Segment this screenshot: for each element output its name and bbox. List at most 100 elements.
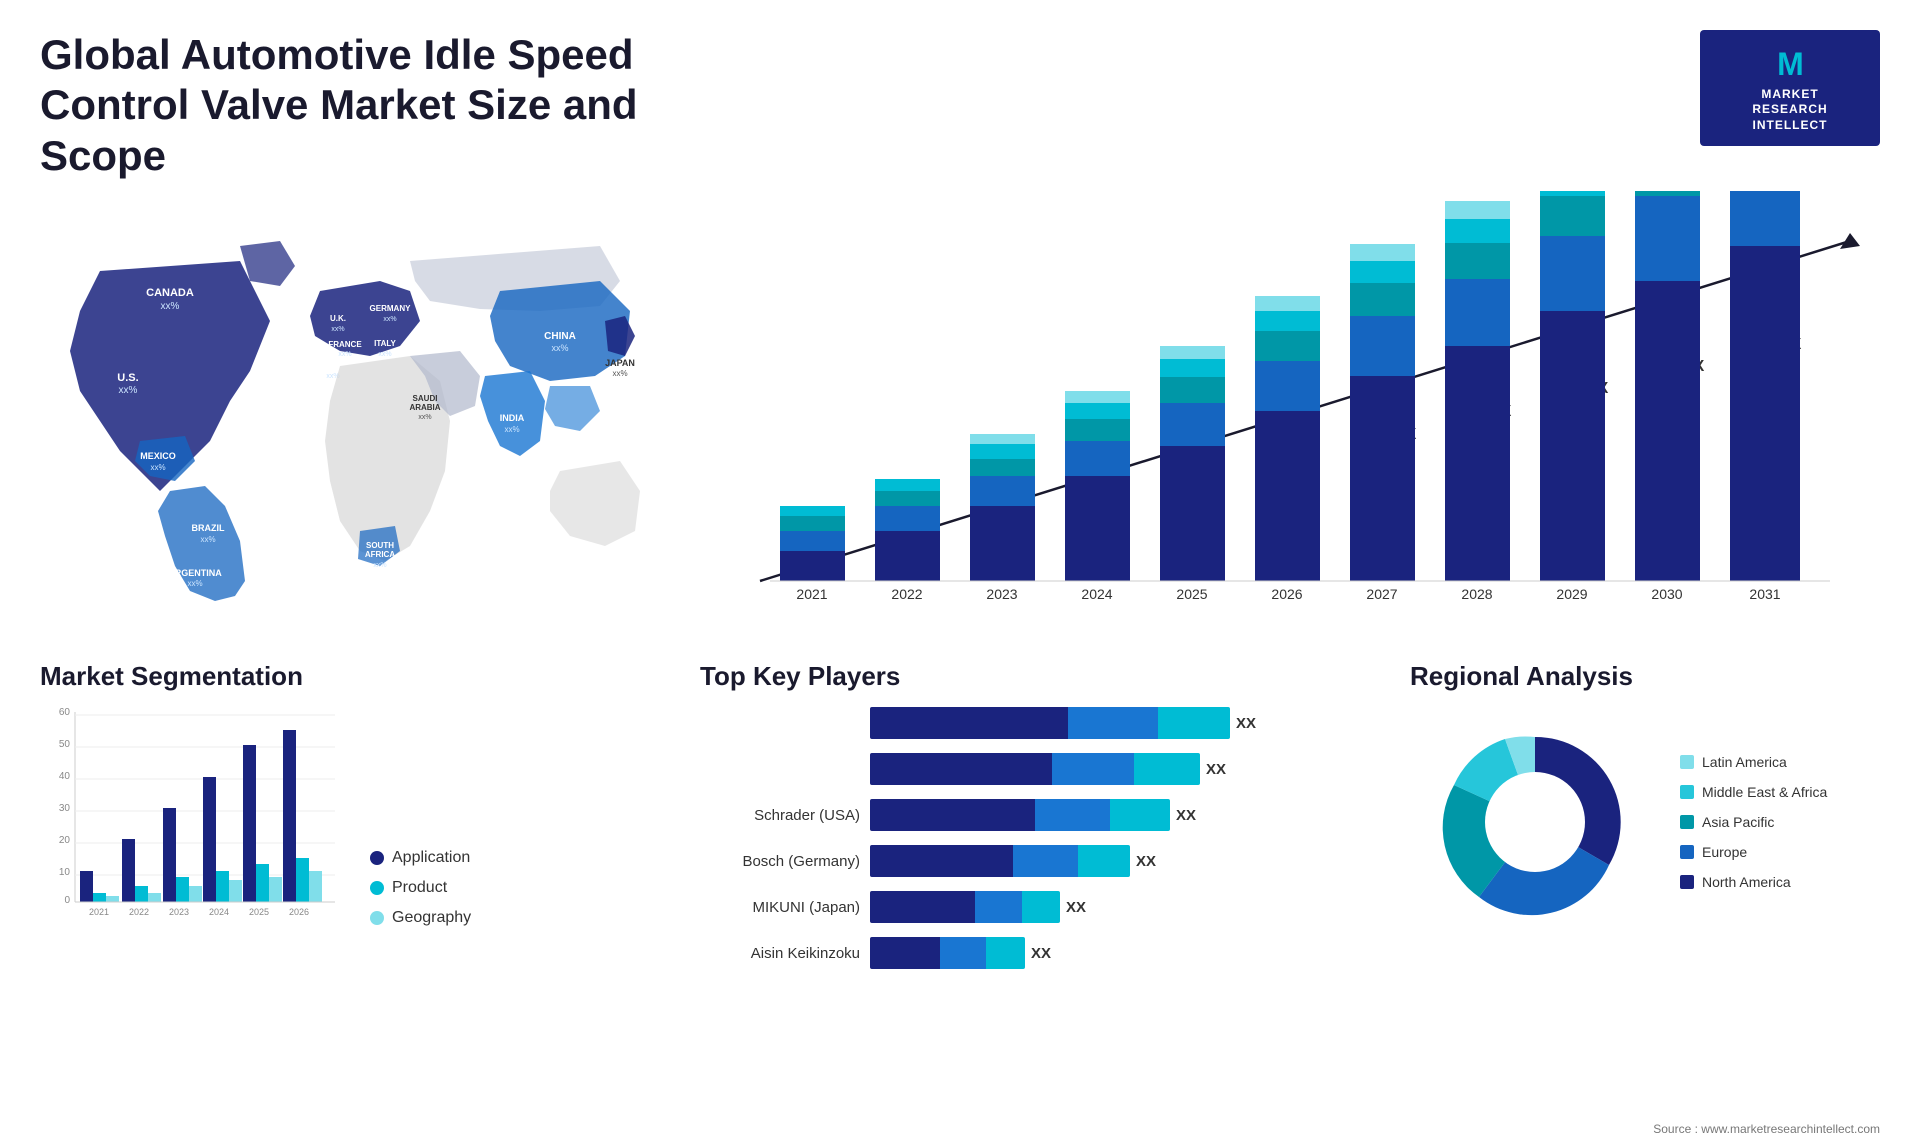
svg-text:xx%: xx% (187, 579, 202, 588)
europe-dot (1680, 845, 1694, 859)
legend-europe: Europe (1680, 844, 1827, 860)
geography-dot (370, 911, 384, 925)
svg-text:2028: 2028 (1461, 586, 1492, 602)
player-row-1: XX (700, 707, 1370, 739)
svg-text:BRAZIL: BRAZIL (192, 523, 225, 533)
latin-america-dot (1680, 755, 1694, 769)
middle-east-dot (1680, 785, 1694, 799)
segmentation-title: Market Segmentation (40, 661, 660, 692)
player-row-aisin: Aisin Keikinzoku XX (700, 937, 1370, 969)
svg-text:2021: 2021 (796, 586, 827, 602)
player-row-2: XX (700, 753, 1370, 785)
players-list: XX XX S (700, 707, 1370, 969)
svg-text:xx%: xx% (200, 535, 215, 544)
svg-text:xx%: xx% (612, 369, 627, 378)
svg-text:GERMANY: GERMANY (370, 304, 412, 313)
page-title: Global Automotive Idle Speed Control Val… (40, 30, 740, 181)
svg-text:2023: 2023 (169, 907, 189, 917)
player-row-mikuni: MIKUNI (Japan) XX (700, 891, 1370, 923)
logo-box: M MARKETRESEARCHINTELLECT (1700, 30, 1880, 146)
product-label: Product (392, 879, 447, 897)
north-america-dot (1680, 875, 1694, 889)
bottom-section: Market Segmentation 60 50 40 30 20 10 0 (40, 651, 1890, 969)
svg-text:SOUTH: SOUTH (366, 541, 394, 550)
bar-chart-section: XX XX XX XX XX XX XX XX XX XX XX 2021 20… (680, 191, 1890, 651)
application-label: Application (392, 849, 470, 867)
seg-legend: Application Product Geography (370, 849, 471, 927)
players-section: Top Key Players XX (680, 661, 1390, 969)
svg-text:xx%: xx% (161, 301, 180, 312)
regional-legend: Latin America Middle East & Africa Asia … (1680, 754, 1827, 890)
page-header: Global Automotive Idle Speed Control Val… (0, 0, 1920, 191)
svg-text:U.S.: U.S. (117, 372, 138, 384)
asia-pacific-dot (1680, 815, 1694, 829)
geography-label: Geography (392, 909, 471, 927)
bosch-value: XX (1136, 853, 1156, 870)
players-title: Top Key Players (700, 661, 1370, 692)
legend-asia-pacific: Asia Pacific (1680, 814, 1827, 830)
svg-text:ARGENTINA: ARGENTINA (168, 568, 222, 578)
player-row-schrader: Schrader (USA) XX (700, 799, 1370, 831)
svg-text:2023: 2023 (986, 586, 1017, 602)
svg-text:xx%: xx% (331, 326, 344, 333)
svg-text:xx%: xx% (373, 562, 386, 569)
svg-text:CANADA: CANADA (146, 287, 194, 299)
product-dot (370, 881, 384, 895)
svg-text:50: 50 (59, 739, 71, 750)
logo-area: M MARKETRESEARCHINTELLECT (1700, 30, 1880, 146)
segmentation-section: Market Segmentation 60 50 40 30 20 10 0 (40, 661, 680, 969)
svg-text:INDIA: INDIA (500, 413, 525, 423)
svg-text:60: 60 (59, 707, 71, 718)
svg-text:JAPAN: JAPAN (605, 358, 635, 368)
svg-text:MEXICO: MEXICO (140, 451, 176, 461)
application-dot (370, 851, 384, 865)
aisin-value: XX (1031, 945, 1051, 962)
svg-text:2031: 2031 (1749, 586, 1780, 602)
svg-text:40: 40 (59, 771, 71, 782)
player-row-bosch: Bosch (Germany) XX (700, 845, 1370, 877)
asia-pacific-label: Asia Pacific (1702, 814, 1774, 830)
svg-text:20: 20 (59, 835, 71, 846)
player-name-bosch: Bosch (Germany) (700, 853, 860, 870)
regional-section: Regional Analysis (1390, 661, 1890, 969)
player-bar-bosch: XX (870, 845, 1370, 877)
svg-text:xx%: xx% (150, 463, 165, 472)
mikuni-value: XX (1066, 899, 1086, 916)
legend-geography: Geography (370, 909, 471, 927)
svg-text:xx%: xx% (119, 385, 138, 396)
legend-product: Product (370, 879, 471, 897)
seg-graph-container: 60 50 40 30 20 10 0 (40, 707, 340, 927)
player-bar-mikuni: XX (870, 891, 1370, 923)
player-bar-1: XX (870, 707, 1370, 739)
regional-donut-chart (1410, 707, 1660, 937)
svg-text:2025: 2025 (249, 907, 269, 917)
segmentation-chart: 60 50 40 30 20 10 0 (40, 707, 340, 927)
svg-text:2022: 2022 (129, 907, 149, 917)
svg-text:2026: 2026 (289, 907, 309, 917)
legend-application: Application (370, 849, 471, 867)
svg-text:U.K.: U.K. (330, 314, 346, 323)
svg-text:2026: 2026 (1271, 586, 1302, 602)
player-bar-aisin: XX (870, 937, 1370, 969)
player-bar-schrader: XX (870, 799, 1370, 831)
svg-text:FRANCE: FRANCE (328, 340, 362, 349)
svg-text:CHINA: CHINA (544, 331, 576, 342)
svg-text:10: 10 (59, 867, 71, 878)
player-name-aisin: Aisin Keikinzoku (700, 945, 860, 962)
legend-middle-east: Middle East & Africa (1680, 784, 1827, 800)
north-america-label: North America (1702, 874, 1791, 890)
schrader-value: XX (1176, 807, 1196, 824)
player-1-value: XX (1236, 715, 1256, 732)
svg-text:xx%: xx% (418, 414, 431, 421)
player-name-schrader: Schrader (USA) (700, 807, 860, 824)
donut-area: Latin America Middle East & Africa Asia … (1410, 707, 1890, 937)
svg-text:xx%: xx% (504, 425, 519, 434)
svg-text:2022: 2022 (891, 586, 922, 602)
latin-america-label: Latin America (1702, 754, 1787, 770)
svg-text:xx%: xx% (551, 343, 568, 353)
svg-text:2024: 2024 (209, 907, 229, 917)
logo-text: MARKETRESEARCHINTELLECT (1718, 87, 1862, 134)
player-bar-2: XX (870, 753, 1370, 785)
svg-text:xx%: xx% (338, 351, 351, 358)
svg-text:2025: 2025 (1176, 586, 1207, 602)
